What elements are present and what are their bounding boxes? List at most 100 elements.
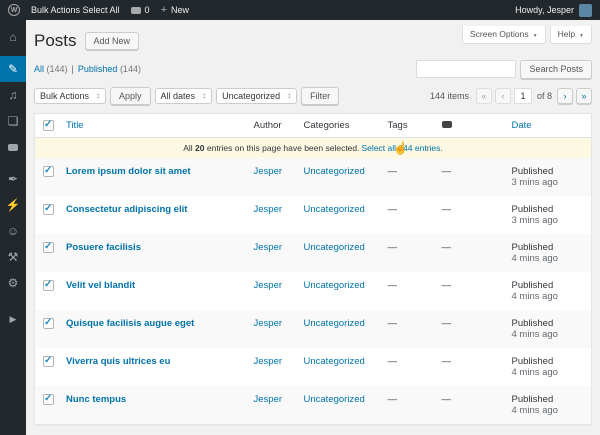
sidebar-item-tools[interactable]: ⚒ bbox=[0, 244, 26, 270]
post-status: Published bbox=[511, 394, 554, 406]
help-button[interactable]: Help bbox=[549, 26, 592, 44]
new-content-menu[interactable]: New bbox=[161, 4, 189, 16]
post-title-link[interactable]: Consectetur adipiscing elit bbox=[66, 204, 187, 215]
notice-text-middle: entries on this page have been selected. bbox=[204, 143, 360, 154]
tags-value: — bbox=[387, 242, 398, 254]
comments-value: — bbox=[441, 242, 452, 254]
row-checkbox[interactable] bbox=[43, 279, 54, 292]
post-time: 4 mins ago bbox=[511, 291, 558, 303]
categories-selected-value: Uncategorized bbox=[222, 90, 281, 101]
sidebar-item-dashboard[interactable]: ⌂ bbox=[0, 24, 26, 50]
post-title-link[interactable]: Lorem ipsum dolor sit amet bbox=[66, 166, 191, 177]
bulk-actions-select[interactable]: Bulk Actions bbox=[34, 87, 107, 104]
author-link[interactable]: Jesper bbox=[254, 280, 283, 291]
post-title-link[interactable]: Velit vel blandit bbox=[66, 280, 135, 291]
site-name-menu[interactable]: Bulk Actions Select All bbox=[31, 5, 120, 15]
row-checkbox[interactable] bbox=[43, 241, 54, 254]
post-title-link[interactable]: Posuere facilisis bbox=[66, 242, 141, 253]
posts-table-body: All 20 entries on this page have been se… bbox=[34, 137, 592, 425]
howdy-text[interactable]: Howdy, Jesper bbox=[515, 5, 574, 15]
post-row: Viverra quis ultrices eu Jesper Uncatego… bbox=[35, 348, 592, 386]
filter-all-link[interactable]: All (144) bbox=[34, 64, 68, 74]
last-page-button[interactable]: » bbox=[576, 87, 592, 104]
post-row: Consectetur adipiscing elit Jesper Uncat… bbox=[35, 196, 592, 234]
view-filters: All (144) | Published (144) bbox=[34, 64, 141, 74]
next-page-button[interactable]: › bbox=[557, 87, 573, 104]
category-link[interactable]: Uncategorized bbox=[304, 356, 365, 367]
filter-published-link[interactable]: Published (144) bbox=[78, 64, 141, 74]
plus-icon bbox=[161, 4, 167, 16]
author-link[interactable]: Jesper bbox=[254, 204, 283, 215]
comments-value: — bbox=[441, 280, 452, 292]
tags-value: — bbox=[387, 166, 398, 178]
row-checkbox[interactable] bbox=[43, 393, 54, 406]
dates-filter-select[interactable]: All dates bbox=[154, 87, 213, 104]
dashboard-icon: ⌂ bbox=[9, 30, 17, 44]
tools-icon: ⚒ bbox=[7, 250, 19, 264]
category-link[interactable]: Uncategorized bbox=[304, 394, 365, 405]
sidebar-item-users[interactable]: ☺ bbox=[0, 218, 26, 244]
category-link[interactable]: Uncategorized bbox=[304, 318, 365, 329]
select-all-entries-link[interactable]: Select all 144 entries. bbox=[362, 143, 443, 153]
categories-filter-select[interactable]: Uncategorized bbox=[216, 87, 298, 104]
tags-value: — bbox=[387, 356, 398, 368]
category-link[interactable]: Uncategorized bbox=[304, 280, 365, 291]
tags-value: — bbox=[387, 318, 398, 330]
author-link[interactable]: Jesper bbox=[254, 242, 283, 253]
column-header-title[interactable]: Title bbox=[60, 113, 248, 139]
row-checkbox[interactable] bbox=[43, 165, 54, 178]
wordpress-logo-icon bbox=[8, 4, 20, 16]
author-link[interactable]: Jesper bbox=[254, 394, 283, 405]
sidebar-item-posts[interactable]: ✎ bbox=[0, 56, 26, 82]
author-link[interactable]: Jesper bbox=[254, 356, 283, 367]
author-link[interactable]: Jesper bbox=[254, 166, 283, 177]
bulk-actions-selected-value: Bulk Actions bbox=[40, 90, 90, 101]
category-link[interactable]: Uncategorized bbox=[304, 166, 365, 177]
users-icon: ☺ bbox=[6, 224, 20, 238]
row-checkbox[interactable] bbox=[43, 317, 54, 330]
current-page-input[interactable]: 1 bbox=[513, 87, 532, 104]
category-link[interactable]: Uncategorized bbox=[304, 242, 365, 253]
comments-value: — bbox=[441, 356, 452, 368]
wordpress-logo-menu[interactable] bbox=[8, 4, 20, 16]
comments-menu[interactable]: 0 bbox=[130, 5, 150, 15]
sidebar-item-comments[interactable] bbox=[0, 134, 26, 160]
media-icon: ♫ bbox=[8, 88, 18, 102]
row-checkbox[interactable] bbox=[43, 203, 54, 216]
comments-value: — bbox=[441, 394, 452, 406]
plugins-icon: ⚡ bbox=[5, 198, 21, 212]
comments-value: — bbox=[441, 166, 452, 178]
select-all-checkbox[interactable] bbox=[43, 119, 54, 132]
sidebar-item-pages[interactable]: ❏ bbox=[0, 108, 26, 134]
category-link[interactable]: Uncategorized bbox=[304, 204, 365, 215]
apply-button[interactable]: Apply bbox=[110, 86, 151, 106]
post-title-link[interactable]: Quisque facilisis augue eget bbox=[66, 318, 194, 329]
sidebar-item-settings[interactable]: ⚙ bbox=[0, 270, 26, 296]
column-header-date[interactable]: Date bbox=[505, 113, 592, 139]
sidebar-item-appearance[interactable]: ✒ bbox=[0, 166, 26, 192]
previous-page-button[interactable]: ‹ bbox=[494, 87, 511, 104]
sidebar-item-collapse-menu[interactable]: ▶ bbox=[0, 306, 26, 332]
filter-all-label: All bbox=[34, 64, 45, 75]
author-link[interactable]: Jesper bbox=[254, 318, 283, 329]
filter-button[interactable]: Filter bbox=[301, 86, 340, 106]
post-title-link[interactable]: Nunc tempus bbox=[66, 394, 126, 405]
dates-selected-value: All dates bbox=[160, 90, 196, 101]
first-page-button[interactable]: « bbox=[475, 87, 492, 104]
filter-all-count: (144) bbox=[46, 64, 68, 75]
user-avatar[interactable] bbox=[579, 3, 592, 17]
sidebar-item-plugins[interactable]: ⚡ bbox=[0, 192, 26, 218]
screen-options-button[interactable]: Screen Options bbox=[462, 26, 546, 44]
search-posts-button[interactable]: Search Posts bbox=[520, 60, 592, 79]
comments-column-icon bbox=[441, 121, 452, 129]
comments-icon bbox=[8, 143, 18, 151]
add-new-button[interactable]: Add New bbox=[84, 31, 140, 51]
post-status: Published bbox=[511, 356, 554, 368]
views-search-row: All (144) | Published (144) Search Posts bbox=[34, 60, 592, 79]
post-title-link[interactable]: Viverra quis ultrices eu bbox=[66, 356, 170, 367]
search-input[interactable] bbox=[416, 60, 517, 79]
notice-text-prefix: All bbox=[183, 143, 196, 154]
row-checkbox[interactable] bbox=[43, 355, 54, 368]
sidebar-item-media[interactable]: ♫ bbox=[0, 82, 26, 108]
search-box: Search Posts bbox=[416, 60, 592, 79]
